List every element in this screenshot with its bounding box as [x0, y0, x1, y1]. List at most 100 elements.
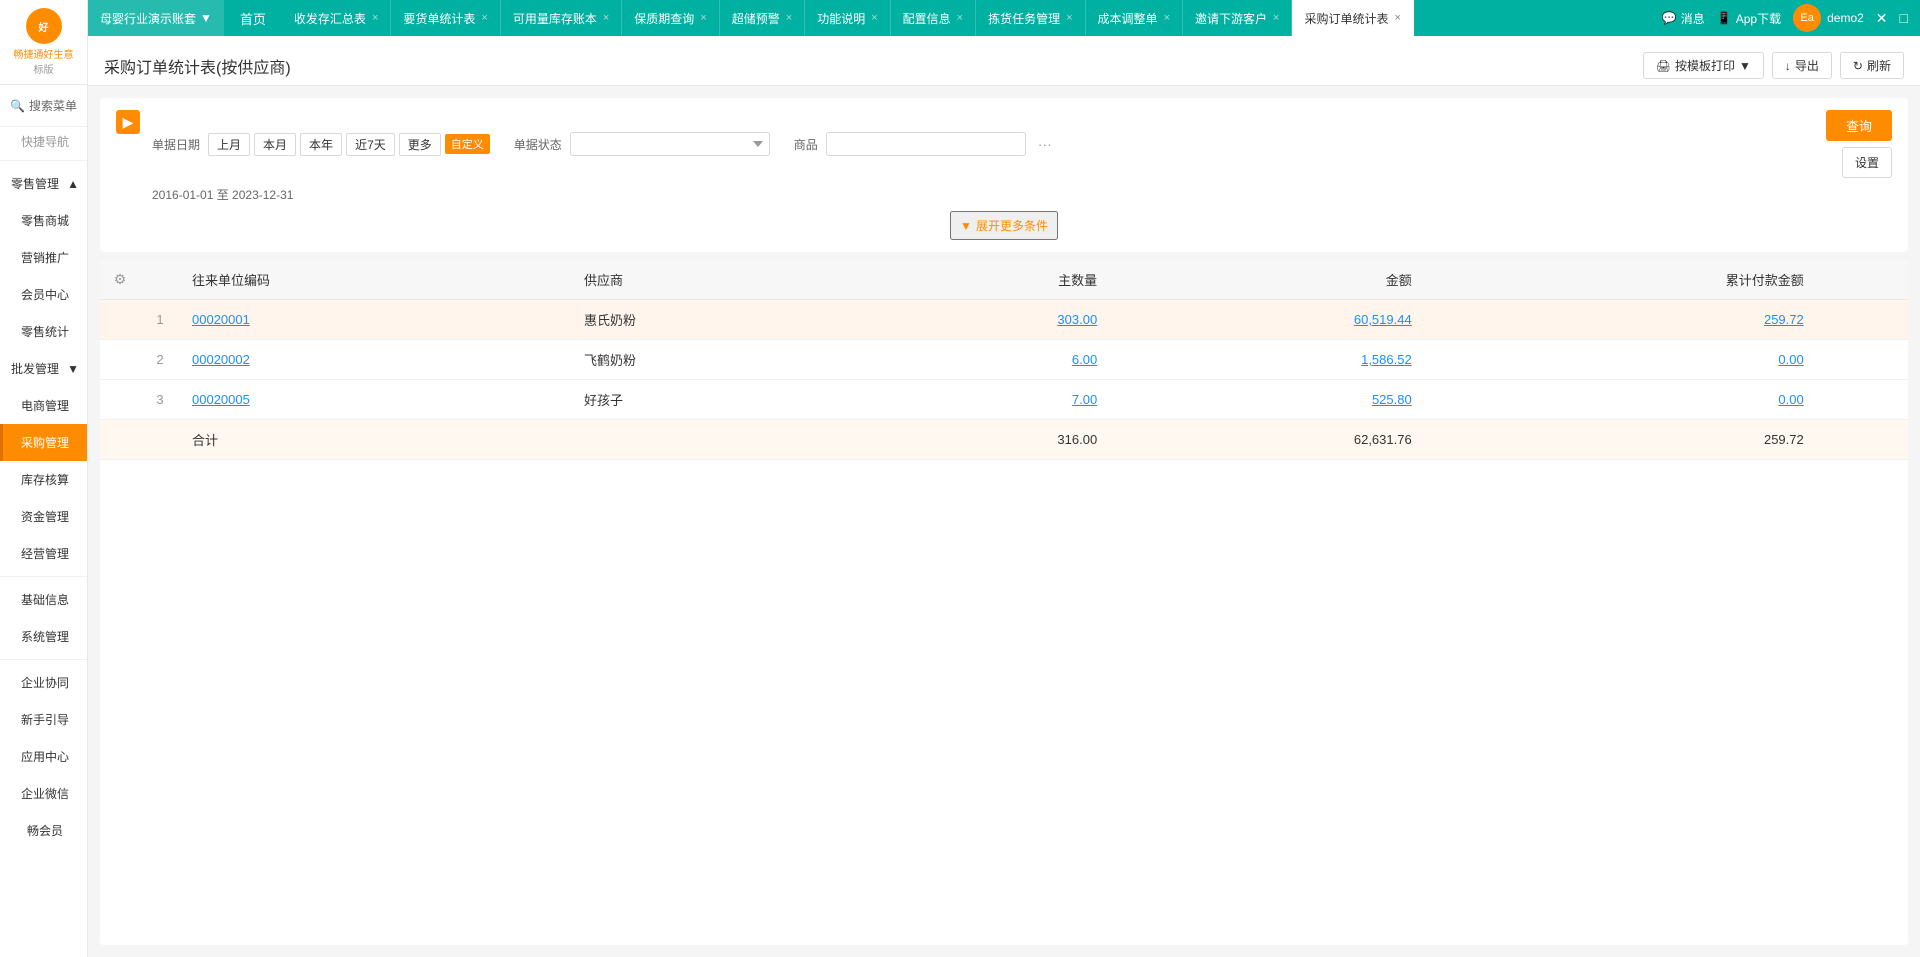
app-download-button[interactable]: 📱 App下载 — [1717, 10, 1781, 27]
paid-amount-link-3[interactable]: 0.00 — [1778, 392, 1803, 407]
supplier-code-link-3[interactable]: 00020005 — [192, 392, 250, 407]
tab-receive-summary-close[interactable]: × — [372, 12, 378, 24]
tab-cost-adjust-close[interactable]: × — [1164, 12, 1170, 24]
cell-main-qty-3: 7.00 — [864, 380, 1109, 420]
tab-config-info-close[interactable]: × — [957, 12, 963, 24]
tab-purchase-summary-close[interactable]: × — [1394, 12, 1400, 24]
sidebar-item-marketing[interactable]: 营销推广 — [0, 239, 87, 276]
window-close-button[interactable]: ✕ — [1876, 10, 1888, 27]
query-button[interactable]: 查询 — [1826, 110, 1892, 141]
sidebar-item-sys-mgmt[interactable]: 系统管理 — [0, 618, 87, 655]
sidebar-item-enterprise[interactable]: 企业协同 — [0, 664, 87, 701]
main-qty-link-1[interactable]: 303.00 — [1057, 312, 1097, 327]
expand-more-button[interactable]: ▼ 展开更多条件 — [950, 211, 1058, 240]
sidebar-item-wechat[interactable]: 企业微信 — [0, 775, 87, 812]
paid-amount-link-2[interactable]: 0.00 — [1778, 352, 1803, 367]
goods-ellipsis-button[interactable]: ··· — [1034, 136, 1056, 152]
sidebar-item-finance[interactable]: 资金管理 — [0, 498, 87, 535]
tab-receive-summary[interactable]: 收发存汇总表 × — [282, 0, 391, 36]
tab-purchase-summary[interactable]: 采购订单统计表 × — [1292, 0, 1413, 36]
cell-main-qty-1: 303.00 — [864, 300, 1109, 340]
filter-toggle-button[interactable]: ▶ — [116, 110, 140, 134]
top-header: 母婴行业演示账套 ▼ 首页 收发存汇总表 × 要货单统计表 × 可用量库存账本 … — [88, 0, 1920, 36]
goods-input[interactable] — [826, 132, 1026, 156]
amount-link-3[interactable]: 525.80 — [1372, 392, 1412, 407]
tab-home[interactable]: 首页 — [224, 0, 282, 36]
tab-pick-task-close[interactable]: × — [1066, 12, 1072, 24]
sidebar-item-newcomer[interactable]: 新手引导 — [0, 701, 87, 738]
footer-cell-settings — [100, 420, 140, 460]
tab-config-info[interactable]: 配置信息 × — [891, 0, 976, 36]
divider-1 — [0, 160, 87, 161]
cell-paid-amount-2: 0.00 — [1424, 340, 1816, 380]
finance-label: 资金管理 — [21, 510, 69, 524]
data-table: ⚙ 往来单位编码 供应商 主数量 金额 累计付款金额 — [100, 260, 1908, 460]
search-menu-button[interactable]: 🔍 搜索菜单 — [6, 93, 81, 118]
tab-receive-summary-label: 收发存汇总表 — [294, 10, 366, 27]
status-label: 单据状态 — [514, 136, 562, 153]
message-button[interactable]: 💬 消息 — [1662, 10, 1705, 27]
filter-goods-item: 商品 ··· — [794, 132, 1056, 156]
logo-icon: 好 — [26, 8, 62, 44]
sidebar-item-retail-mall[interactable]: 零售商城 — [0, 202, 87, 239]
main-qty-link-3[interactable]: 7.00 — [1072, 392, 1097, 407]
tab-goods-summary-label: 要货单统计表 — [403, 10, 475, 27]
data-table-area: ⚙ 往来单位编码 供应商 主数量 金额 累计付款金额 — [100, 260, 1908, 945]
amount-link-2[interactable]: 1,586.52 — [1361, 352, 1412, 367]
table-row: 1 00020001 惠氏奶粉 303.00 60,519.44 — [100, 300, 1908, 340]
tab-goods-summary[interactable]: 要货单统计表 × — [391, 0, 500, 36]
date-last-month-button[interactable]: 上月 — [208, 133, 250, 156]
tab-func-desc-close[interactable]: × — [871, 12, 877, 24]
sidebar-item-wholesale[interactable]: 批发管理 ▼ — [0, 350, 87, 387]
tab-invite-downstream[interactable]: 邀请下游客户 × — [1183, 0, 1292, 36]
main-qty-link-2[interactable]: 6.00 — [1072, 352, 1097, 367]
tab-goods-summary-close[interactable]: × — [481, 12, 487, 24]
sidebar-item-retail-mgmt[interactable]: 零售管理 ▲ — [0, 165, 87, 202]
amount-link-1[interactable]: 60,519.44 — [1354, 312, 1412, 327]
tab-invite-downstream-close[interactable]: × — [1273, 12, 1279, 24]
date-7days-button[interactable]: 近7天 — [346, 133, 395, 156]
avatar-text: Ea — [1800, 12, 1813, 24]
sidebar-item-app-center[interactable]: 应用中心 — [0, 738, 87, 775]
table-footer: 合计 316.00 62,631.76 259.72 — [100, 420, 1908, 460]
tab-overstock[interactable]: 超储预警 × — [720, 0, 805, 36]
date-this-year-button[interactable]: 本年 — [300, 133, 342, 156]
supplier-code-link-2[interactable]: 00020002 — [192, 352, 250, 367]
filter-row-1: 单据日期 上月 本月 本年 近7天 更多 自定义 — [152, 110, 1892, 178]
tab-overstock-label: 超储预警 — [732, 10, 780, 27]
tab-validity[interactable]: 保质期查询 × — [622, 0, 719, 36]
print-button[interactable]: 🖨 按模板打印 ▼ — [1643, 52, 1764, 79]
sidebar-item-basic-info[interactable]: 基础信息 — [0, 581, 87, 618]
date-label: 单据日期 — [152, 136, 200, 153]
cell-settings-3 — [100, 380, 140, 420]
sidebar-item-operation[interactable]: 经营管理 — [0, 535, 87, 572]
settings-icon[interactable]: ⚙ — [114, 271, 127, 287]
date-more-button[interactable]: 更多 — [399, 133, 441, 156]
sidebar-item-member[interactable]: 会员中心 — [0, 276, 87, 313]
col-supplier-name: 供应商 — [572, 260, 864, 300]
date-this-month-button[interactable]: 本月 — [254, 133, 296, 156]
sidebar-item-vip[interactable]: 畅会员 — [0, 812, 87, 849]
tab-validity-close[interactable]: × — [700, 12, 706, 24]
sidebar-item-retail-stat[interactable]: 零售统计 — [0, 313, 87, 350]
sidebar-item-quick-nav[interactable]: 快捷导航 — [0, 127, 87, 156]
company-selector[interactable]: 母婴行业演示账套 ▼ — [88, 0, 224, 36]
status-select[interactable] — [570, 132, 770, 156]
paid-amount-link-1[interactable]: 259.72 — [1764, 312, 1804, 327]
sidebar-item-inventory[interactable]: 库存核算 — [0, 461, 87, 498]
page-title: 采购订单统计表(按供应商) — [104, 54, 291, 78]
window-max-button[interactable]: □ — [1900, 10, 1908, 26]
tab-overstock-close[interactable]: × — [786, 12, 792, 24]
tab-func-desc[interactable]: 功能说明 × — [805, 0, 890, 36]
tab-cost-adjust[interactable]: 成本调整单 × — [1086, 0, 1183, 36]
tab-available-stock-close[interactable]: × — [603, 12, 609, 24]
supplier-code-link-1[interactable]: 00020001 — [192, 312, 250, 327]
refresh-button[interactable]: ↻ 刷新 — [1840, 52, 1904, 79]
sidebar-item-purchase[interactable]: 采购管理 — [0, 424, 87, 461]
settings-button[interactable]: 设置 — [1842, 147, 1892, 178]
sidebar-item-ecommerce[interactable]: 电商管理 — [0, 387, 87, 424]
tab-pick-task[interactable]: 拣货任务管理 × — [976, 0, 1085, 36]
user-area[interactable]: Ea demo2 — [1793, 4, 1864, 32]
export-button[interactable]: ↓ 导出 — [1772, 52, 1832, 79]
tab-available-stock[interactable]: 可用量库存账本 × — [501, 0, 622, 36]
